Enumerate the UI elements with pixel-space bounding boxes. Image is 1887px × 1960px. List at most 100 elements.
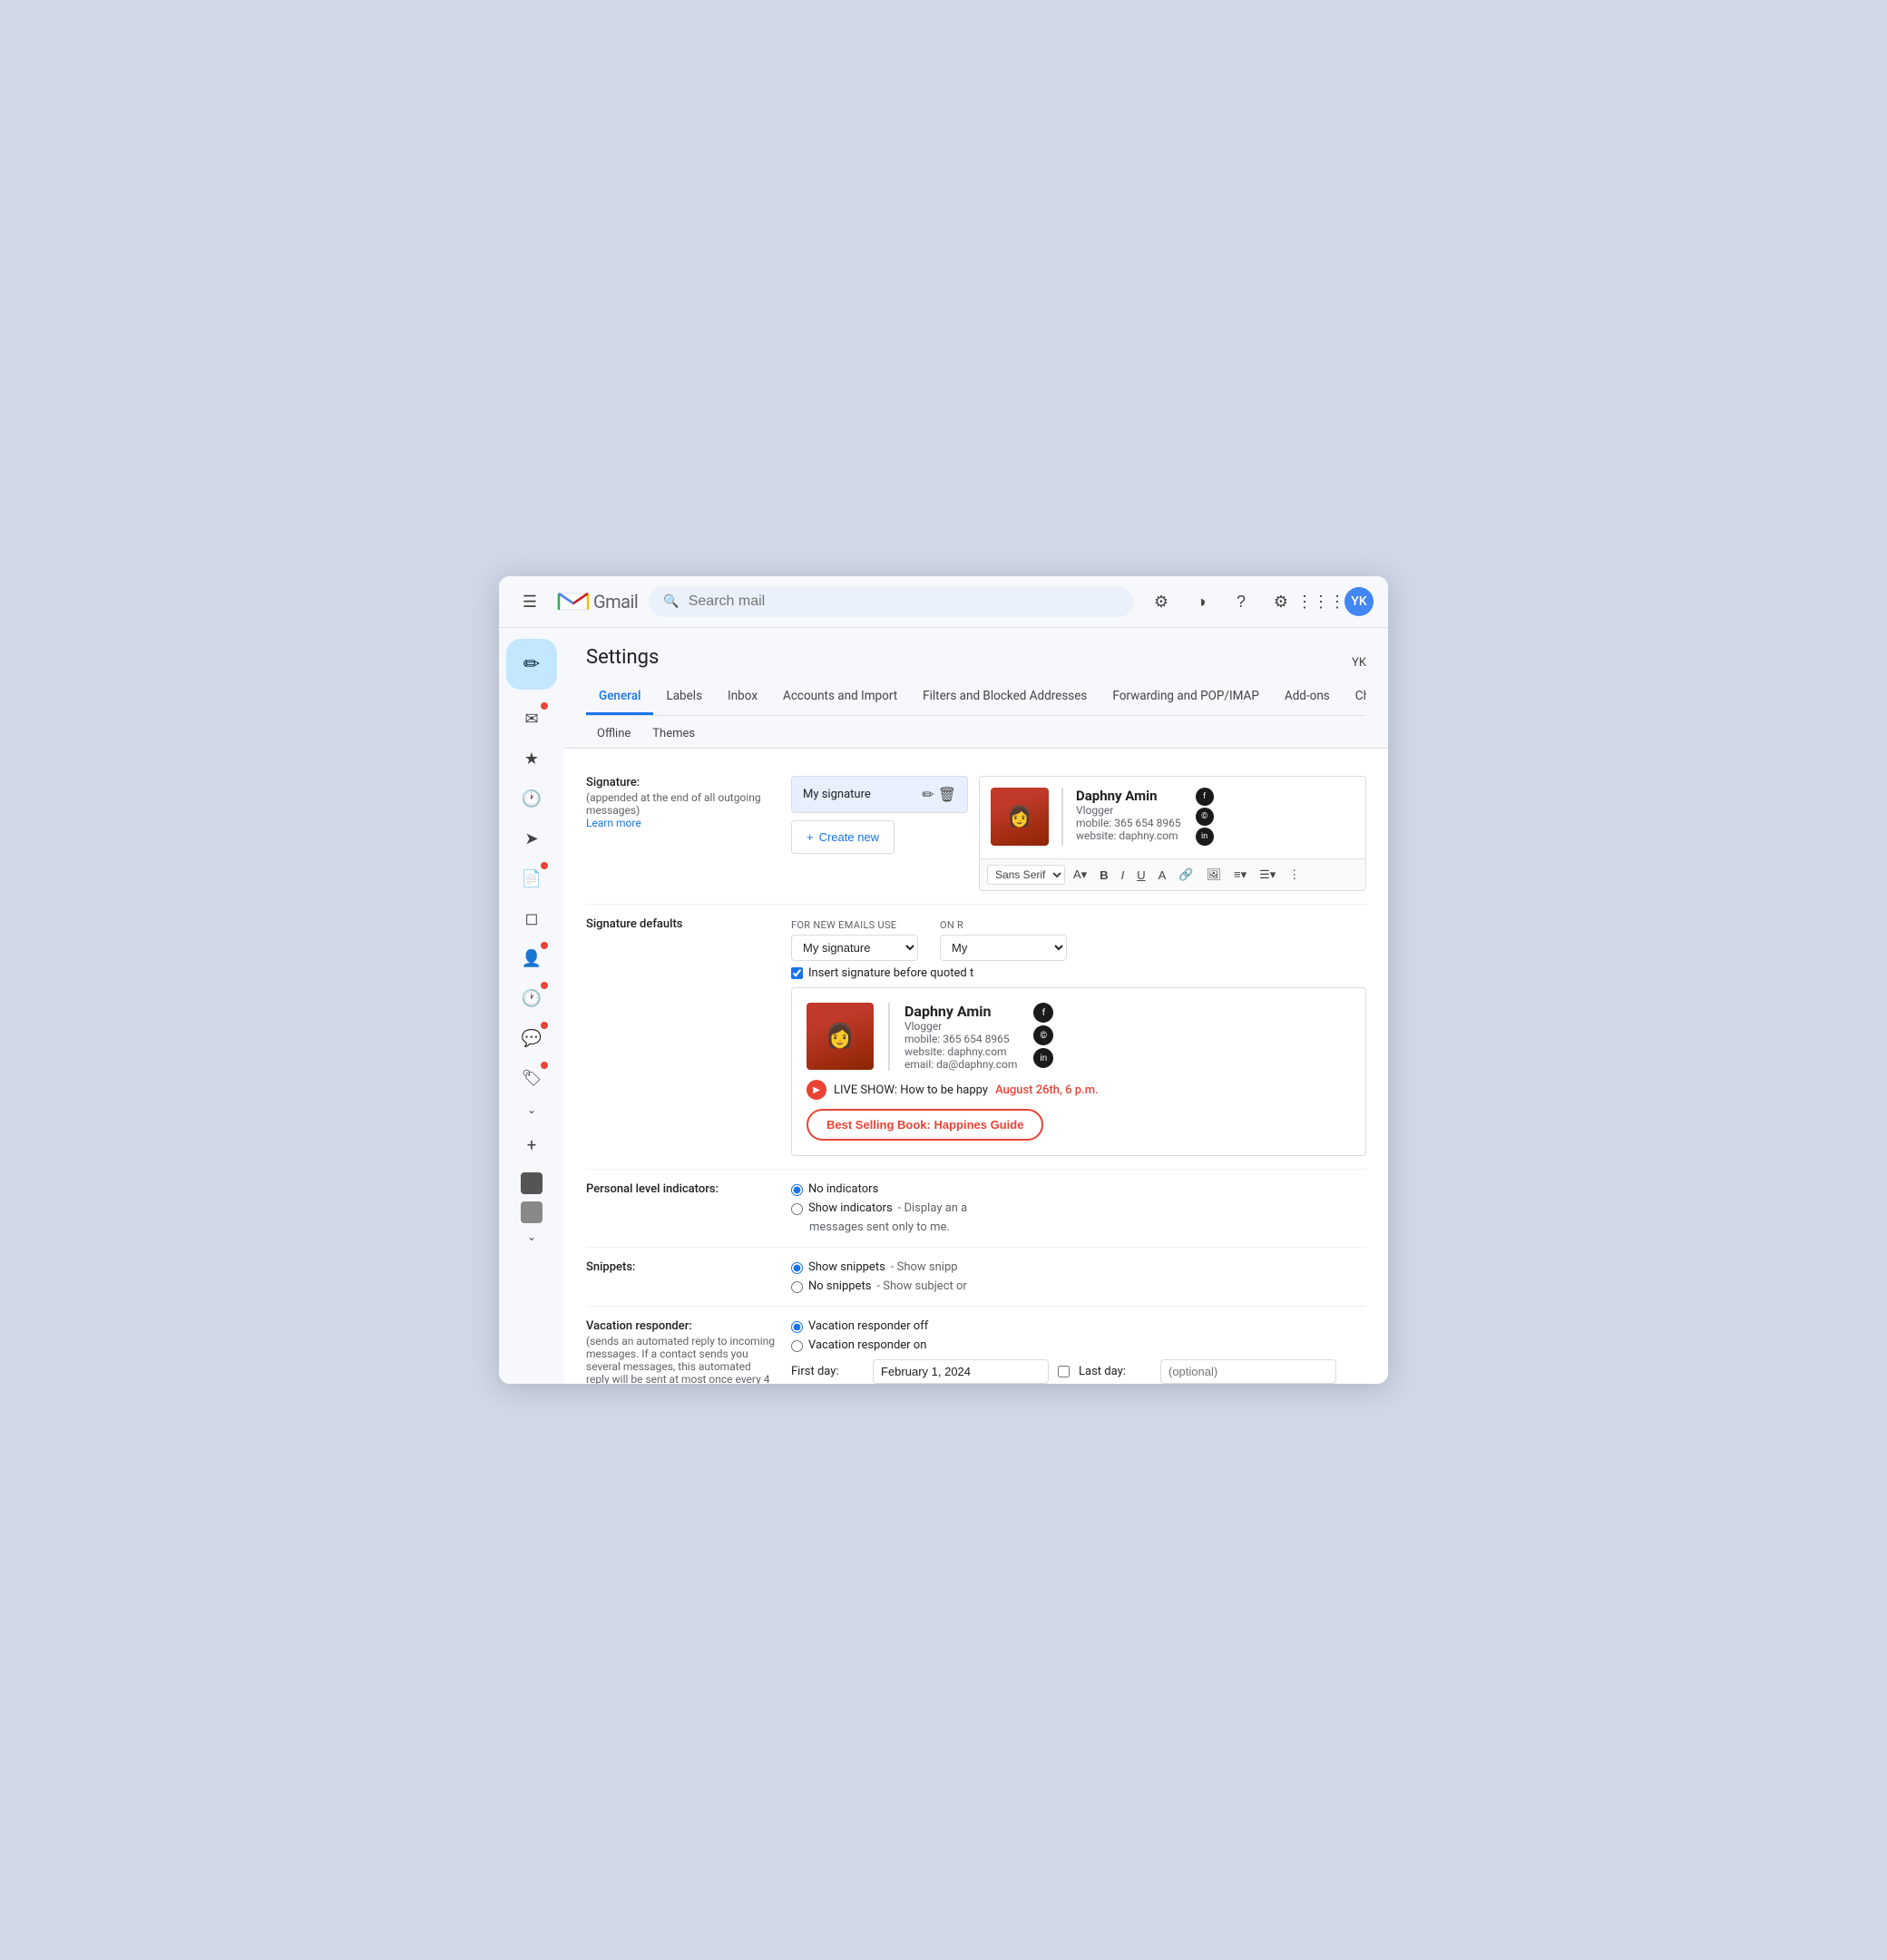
sidebar-item-meet[interactable]: 🕐 [513, 980, 550, 1016]
sig-defaults-row: FOR NEW EMAILS USE My signature ON R My [791, 919, 1366, 961]
personal-indicators-section: Personal level indicators: No indicators… [586, 1170, 1366, 1248]
last-day-input[interactable] [1160, 1359, 1336, 1384]
book-btn-wrapper: Best Selling Book: Happines Guide [807, 1100, 1351, 1141]
sig-checkbox-row: Insert signature before quoted t [791, 966, 1366, 980]
no-indicators-radio[interactable] [791, 1184, 803, 1196]
sig-align-btn[interactable]: ≡▾ [1229, 866, 1251, 884]
show-indicators-radio[interactable] [791, 1203, 803, 1215]
big-social-insta[interactable]: © [1033, 1025, 1053, 1045]
gmail-logo-svg [557, 590, 590, 613]
sig-edit-icon[interactable]: ✏ [922, 786, 934, 803]
tab-addons[interactable]: Add-ons [1272, 680, 1343, 715]
compose-button[interactable]: ✏ [506, 639, 557, 690]
social-fb-icon[interactable]: f [1196, 788, 1214, 806]
sidebar-more[interactable]: ⌄ [527, 1103, 536, 1116]
sig-list-btn[interactable]: ☰▾ [1255, 866, 1280, 884]
sig-list: My signature ✏ 🗑 + [791, 776, 968, 891]
sidebar-item-inbox[interactable]: ✉ [513, 701, 550, 737]
filter-icon[interactable]: ⚙ [1145, 585, 1178, 618]
sidebar-collapse[interactable]: ⌄ [527, 1230, 536, 1243]
topbar: ☰ Gmail 🔍 ⚙ ◑ ? ⚙ ⋮⋮⋮ YK [499, 576, 1388, 628]
live-show-text: LIVE SHOW: How to be happy [834, 1083, 988, 1097]
no-indicators-row: No indicators [791, 1182, 1366, 1196]
no-snippets-radio[interactable] [791, 1281, 803, 1293]
sidebar-item-drafts[interactable]: 📄 [513, 860, 550, 897]
play-icon[interactable]: ▶ [807, 1080, 826, 1100]
dark-mode-icon[interactable]: ◑ [1185, 585, 1217, 618]
live-show-date: August 26th, 6 p.m. [995, 1083, 1099, 1097]
sig-bold-btn[interactable]: B [1095, 867, 1112, 884]
search-bar[interactable]: 🔍 [649, 586, 1134, 617]
apps-icon[interactable]: ⋮⋮⋮ [1305, 585, 1337, 618]
tab-inbox[interactable]: Inbox [715, 680, 770, 715]
tab-general[interactable]: General [586, 680, 653, 715]
sig-image-btn[interactable]: 🖼 [1201, 866, 1226, 884]
tab-accounts[interactable]: Accounts and Import [770, 680, 910, 715]
sig-delete-icon[interactable]: 🗑 [938, 786, 956, 803]
big-sig-preview: 👩 Daphny Amin Vlogger mobile: 365 654 89… [791, 987, 1366, 1156]
sig-font-size-btn[interactable]: A▾ [1069, 866, 1091, 884]
sidebar-add[interactable]: + [513, 1127, 550, 1163]
show-snippets-radio[interactable] [791, 1262, 803, 1274]
star-icon: ★ [524, 750, 539, 769]
sig-reply-col: ON R My [940, 919, 1067, 961]
indicators-desc-suffix: messages sent only to me. [809, 1220, 1366, 1234]
menu-icon[interactable]: ☰ [513, 585, 546, 618]
sidebar-shape1 [521, 1172, 543, 1194]
signature-content: My signature ✏ 🗑 + [791, 776, 1366, 891]
first-day-input[interactable] [873, 1359, 1049, 1384]
sidebar-item-chat[interactable]: 💬 [513, 1020, 550, 1056]
sidebar-item-more1[interactable]: ◻ [513, 900, 550, 936]
sig-new-email-select[interactable]: My signature [791, 935, 918, 961]
sub-tab-themes[interactable]: Themes [641, 720, 706, 748]
sig-checkbox[interactable] [791, 967, 803, 979]
signature-section: Signature: (appended at the end of all o… [586, 763, 1366, 905]
vacation-on-radio[interactable] [791, 1340, 803, 1352]
sidebar-item-labels[interactable]: 🏷 [513, 1060, 550, 1096]
big-social-li[interactable]: in [1033, 1048, 1053, 1068]
help-icon[interactable]: ? [1225, 585, 1257, 618]
last-day-checkbox[interactable] [1058, 1366, 1070, 1377]
best-book-button[interactable]: Best Selling Book: Happines Guide [807, 1109, 1043, 1141]
last-day-label: Last day: [1079, 1365, 1151, 1378]
social-insta-icon[interactable]: © [1196, 808, 1214, 826]
meet-clock-icon: 🕐 [522, 989, 542, 1008]
page-title: Settings [586, 646, 659, 669]
create-new-button[interactable]: + Create new [791, 820, 895, 854]
tab-labels[interactable]: Labels [653, 680, 715, 715]
sig-underline-btn[interactable]: U [1132, 867, 1149, 884]
vacation-section: Vacation responder: (sends an automated … [586, 1307, 1366, 1384]
social-li-icon[interactable]: in [1196, 828, 1214, 846]
vacation-off-radio[interactable] [791, 1321, 803, 1333]
sidebar: ✏ ✉ ★ 🕐 ➤ 📄 ◻ 👤 [499, 628, 564, 1384]
sidebar-item-starred[interactable]: ★ [513, 740, 550, 777]
search-input[interactable] [689, 593, 1119, 610]
settings-body: Signature: (appended at the end of all o… [564, 749, 1388, 1384]
settings-icon[interactable]: ⚙ [1265, 585, 1297, 618]
sig-reply-select[interactable]: My [940, 935, 1067, 961]
tab-chat-meet[interactable]: Chat and Meet [1343, 680, 1366, 715]
settings-header: Settings YK General Labels Inbox Account… [564, 628, 1388, 716]
sig-italic-btn[interactable]: I [1117, 867, 1129, 884]
big-sig-name: Daphny Amin [904, 1003, 1017, 1020]
sub-tab-offline[interactable]: Offline [586, 720, 641, 748]
sig-list-item[interactable]: My signature ✏ 🗑 [792, 777, 967, 812]
sidebar-item-snoozed[interactable]: 🕐 [513, 780, 550, 817]
sig-more-btn[interactable]: ⋮ [1284, 866, 1305, 884]
sig-divider [1061, 788, 1063, 846]
snippets-radio-group: Show snippets - Show snipp No snippets -… [791, 1260, 1366, 1293]
sig-font-select[interactable]: Sans Serif [987, 865, 1065, 885]
big-sig-role: Vlogger [904, 1020, 1017, 1033]
big-social-fb[interactable]: f [1033, 1003, 1053, 1023]
sig-link-btn[interactable]: 🔗 [1174, 866, 1198, 884]
tab-filters[interactable]: Filters and Blocked Addresses [910, 680, 1100, 715]
avatar[interactable]: YK [1344, 587, 1374, 616]
sidebar-item-contacts[interactable]: 👤 [513, 940, 550, 976]
snippets-content: Show snippets - Show snipp No snippets -… [791, 1260, 1366, 1293]
sidebar-item-sent[interactable]: ➤ [513, 820, 550, 857]
personal-indicators-radio-group: No indicators Show indicators - Display … [791, 1182, 1366, 1234]
vacation-hint: (sends an automated reply to incoming me… [586, 1335, 777, 1384]
signature-learn-more[interactable]: Learn more [586, 817, 641, 829]
sig-font-color-btn[interactable]: A [1154, 867, 1171, 884]
tab-forwarding[interactable]: Forwarding and POP/IMAP [1100, 680, 1271, 715]
